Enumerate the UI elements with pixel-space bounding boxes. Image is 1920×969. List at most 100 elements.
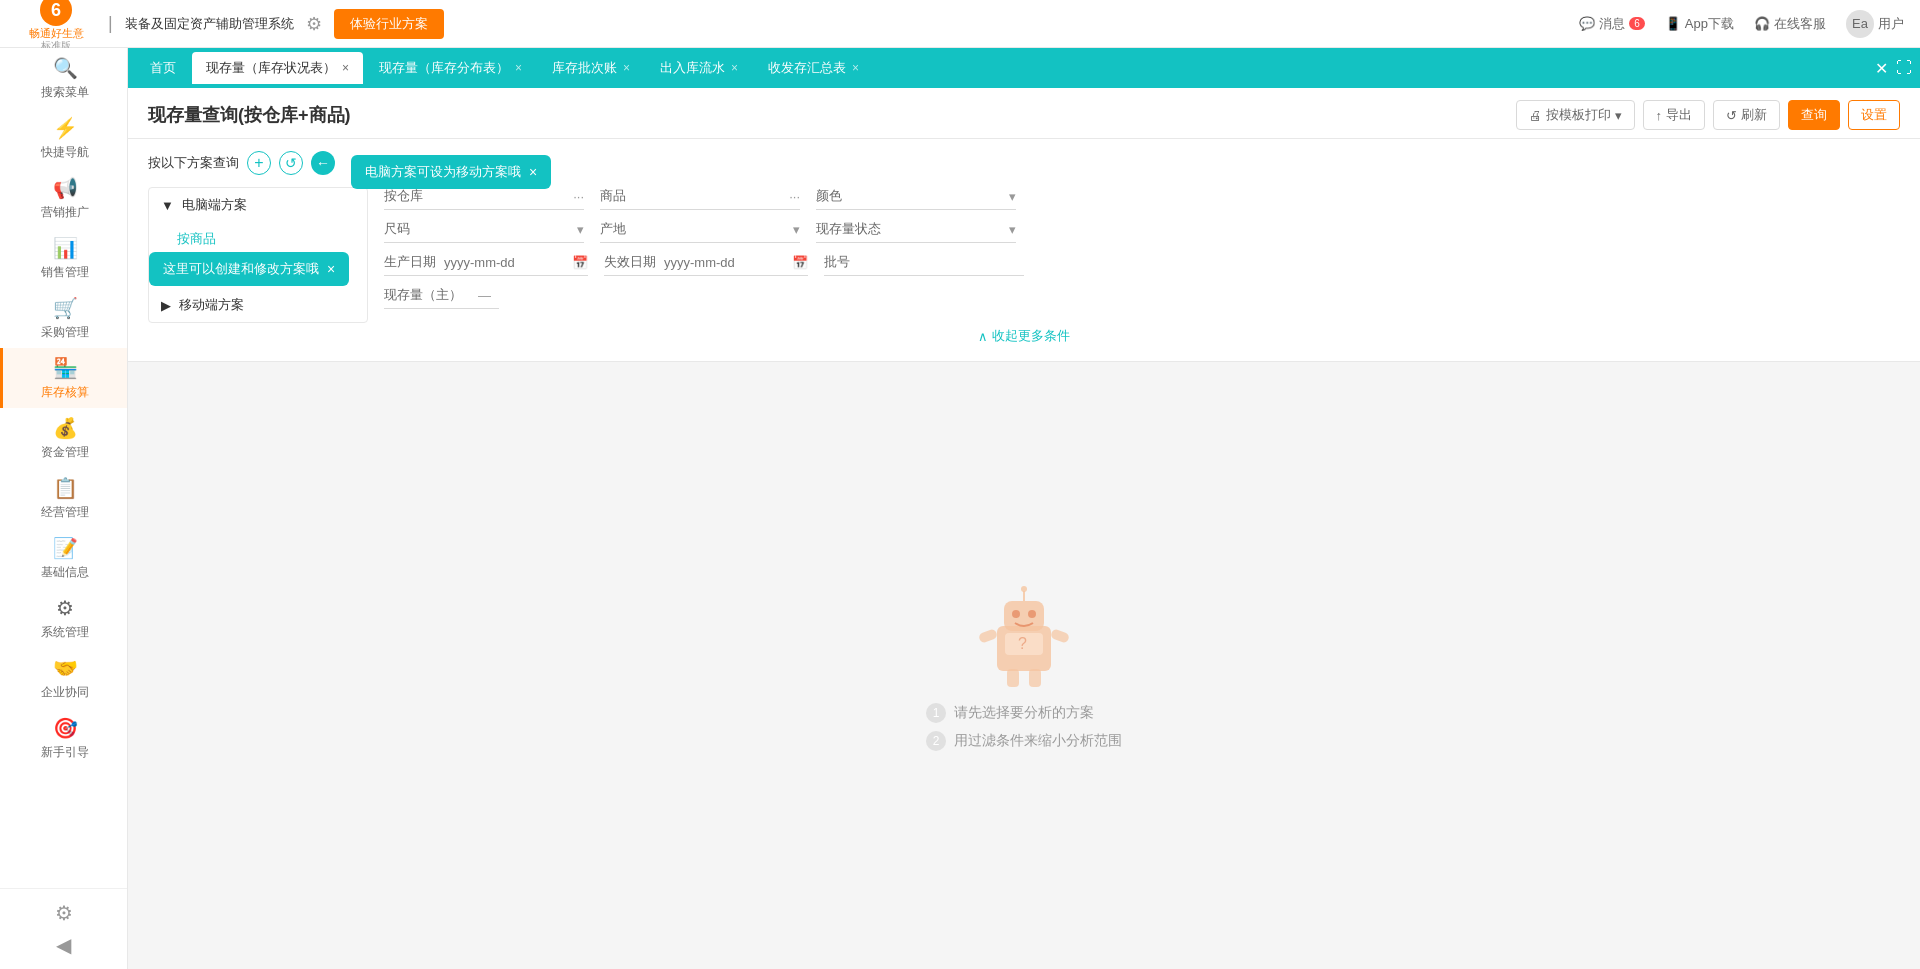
- tab-home[interactable]: 首页: [136, 52, 190, 84]
- batch-no-input[interactable]: [858, 255, 998, 270]
- sidebar-item-purchase[interactable]: 🛒 采购管理: [0, 288, 127, 348]
- goods-label: 商品: [600, 187, 626, 205]
- sidebar-item-marketing[interactable]: 📢 营销推广: [0, 168, 127, 228]
- sidebar-item-enterprise[interactable]: 🤝 企业协同: [0, 648, 127, 708]
- expire-date-cal-icon[interactable]: 📅: [792, 255, 808, 270]
- tooltip-create-close[interactable]: ×: [327, 261, 335, 277]
- expire-date-label: 失效日期: [604, 253, 656, 271]
- filter-refresh-icon: ↺: [285, 155, 297, 171]
- settings-icon[interactable]: ⚙: [306, 13, 322, 35]
- warehouse-more-icon: ···: [573, 189, 584, 204]
- tab-inventory-batch-label: 库存批次账: [552, 59, 617, 77]
- filter-back-btn[interactable]: ←: [311, 151, 335, 175]
- tab-receive-summary[interactable]: 收发存汇总表 ×: [754, 52, 873, 84]
- tab-inout-flow-close[interactable]: ×: [731, 61, 738, 75]
- refresh-label: 刷新: [1741, 106, 1767, 124]
- size-dropdown-icon: ▾: [577, 222, 584, 237]
- capital-icon: 💰: [53, 416, 78, 440]
- produce-date-label: 生产日期: [384, 253, 436, 271]
- marketing-icon: 📢: [53, 176, 78, 200]
- sidebar-item-label-capital: 资金管理: [41, 444, 89, 461]
- stock-main-label: 现存量（主）: [384, 286, 462, 304]
- filter-add-btn[interactable]: +: [247, 151, 271, 175]
- sidebar-item-label-quick: 快捷导航: [41, 144, 89, 161]
- settings-btn[interactable]: 设置: [1848, 100, 1900, 130]
- sidebar-item-label-enterprise: 企业协同: [41, 684, 89, 701]
- sidebar-item-search-menu[interactable]: 🔍 搜索菜单: [0, 48, 127, 108]
- collapse-icon: ∧: [978, 329, 988, 344]
- tree-section-desktop[interactable]: ▼ 电脑端方案: [149, 188, 367, 222]
- size-label: 尺码: [384, 220, 410, 238]
- brand-name: 畅通好生意: [29, 28, 84, 39]
- tab-fullscreen-btn[interactable]: ⛶: [1896, 59, 1912, 78]
- stock-main-separator: —: [470, 288, 499, 303]
- filter-header: 按以下方案查询 + ↺ ← 电脑方案可设为移动方案哦 ×: [148, 151, 1900, 175]
- sidebar-item-newbie[interactable]: 🎯 新手引导: [0, 708, 127, 768]
- refresh-btn[interactable]: ↺ 刷新: [1713, 100, 1780, 130]
- message-item[interactable]: 💬 消息 6: [1579, 15, 1645, 33]
- sidebar-item-label-inventory: 库存核算: [41, 384, 89, 401]
- export-label: 导出: [1666, 106, 1692, 124]
- origin-label: 产地: [600, 220, 626, 238]
- tooltip-scheme-close[interactable]: ×: [529, 164, 537, 180]
- page-header: 现存量查询(按仓库+商品) 🖨 按模板打印 ▾ ↑ 导出 ↺ 刷新: [128, 88, 1920, 139]
- search-menu-icon: 🔍: [53, 56, 78, 80]
- logo-icon: 6: [40, 0, 72, 26]
- user-avatar-text: Ea: [1852, 16, 1868, 31]
- sidebar-item-system[interactable]: ⚙ 系统管理: [0, 588, 127, 648]
- export-icon: ↑: [1656, 108, 1663, 123]
- tab-receive-summary-close[interactable]: ×: [852, 61, 859, 75]
- user-item[interactable]: Ea 用户: [1846, 10, 1904, 38]
- expire-date-input[interactable]: [664, 255, 784, 270]
- sidebar-item-basic-info[interactable]: 📝 基础信息: [0, 528, 127, 588]
- export-btn[interactable]: ↑ 导出: [1643, 100, 1706, 130]
- support-item[interactable]: 🎧 在线客服: [1754, 15, 1826, 33]
- message-badge: 6: [1629, 17, 1645, 30]
- print-label: 按模板打印: [1546, 106, 1611, 124]
- sales-icon: 📊: [53, 236, 78, 260]
- sidebar-item-capital[interactable]: 💰 资金管理: [0, 408, 127, 468]
- collapse-bar[interactable]: ∧ 收起更多条件: [148, 323, 1900, 349]
- tab-inout-flow[interactable]: 出入库流水 ×: [646, 52, 752, 84]
- empty-step-2: 2 用过滤条件来缩小分析范围: [926, 731, 1122, 751]
- sidebar-item-quick-nav[interactable]: ⚡ 快捷导航: [0, 108, 127, 168]
- tab-close-all-btn[interactable]: ✕: [1875, 59, 1888, 78]
- sidebar-settings-btn[interactable]: ⚙: [55, 901, 73, 925]
- industry-btn[interactable]: 体验行业方案: [334, 9, 444, 39]
- tab-inventory-status-close[interactable]: ×: [342, 61, 349, 75]
- query-label: 查询: [1801, 106, 1827, 124]
- produce-date-cal-icon[interactable]: 📅: [572, 255, 588, 270]
- collapse-label: 收起更多条件: [992, 327, 1070, 345]
- sidebar-item-sales[interactable]: 📊 销售管理: [0, 228, 127, 288]
- empty-steps: 1 请先选择要分析的方案 2 用过滤条件来缩小分析范围: [926, 703, 1122, 751]
- tab-inventory-batch-close[interactable]: ×: [623, 61, 630, 75]
- step-1-text: 请先选择要分析的方案: [954, 704, 1094, 722]
- tab-inventory-dist-close[interactable]: ×: [515, 61, 522, 75]
- sidebar-collapse-btn[interactable]: ◀: [56, 933, 71, 957]
- filter-refresh-btn[interactable]: ↺: [279, 151, 303, 175]
- sidebar-item-label-system: 系统管理: [41, 624, 89, 641]
- system-name: 装备及固定资产辅助管理系统: [125, 15, 294, 33]
- sidebar-item-inventory[interactable]: 🏪 库存核算: [0, 348, 127, 408]
- tab-inventory-status-label: 现存量（库存状况表）: [206, 59, 336, 77]
- tab-inventory-batch[interactable]: 库存批次账 ×: [538, 52, 644, 84]
- operations-icon: 📋: [53, 476, 78, 500]
- sidebar-item-operations[interactable]: 📋 经营管理: [0, 468, 127, 528]
- filter-row-2: 尺码 ▾ 产地 ▾ 现存量状态 ▾: [384, 220, 1900, 243]
- settings-label: 设置: [1861, 106, 1887, 124]
- tab-inventory-dist[interactable]: 现存量（库存分布表） ×: [365, 52, 536, 84]
- app-download-icon: 📱: [1665, 16, 1681, 31]
- produce-date-input[interactable]: [444, 255, 564, 270]
- stock-status-dropdown-icon: ▾: [1009, 222, 1016, 237]
- print-btn[interactable]: 🖨 按模板打印 ▾: [1516, 100, 1635, 130]
- tree-item-goods[interactable]: 按商品: [149, 222, 367, 256]
- query-btn[interactable]: 查询: [1788, 100, 1840, 130]
- svg-rect-4: [978, 628, 998, 644]
- user-label: 用户: [1878, 15, 1904, 33]
- tab-inventory-status[interactable]: 现存量（库存状况表） ×: [192, 52, 363, 84]
- filter-label: 按以下方案查询: [148, 154, 239, 172]
- tree-toggle-mobile: ▶: [161, 298, 171, 313]
- app-download-item[interactable]: 📱 App下载: [1665, 15, 1734, 33]
- tree-section-mobile[interactable]: ▶ 移动端方案: [149, 288, 367, 322]
- user-avatar: Ea: [1846, 10, 1874, 38]
